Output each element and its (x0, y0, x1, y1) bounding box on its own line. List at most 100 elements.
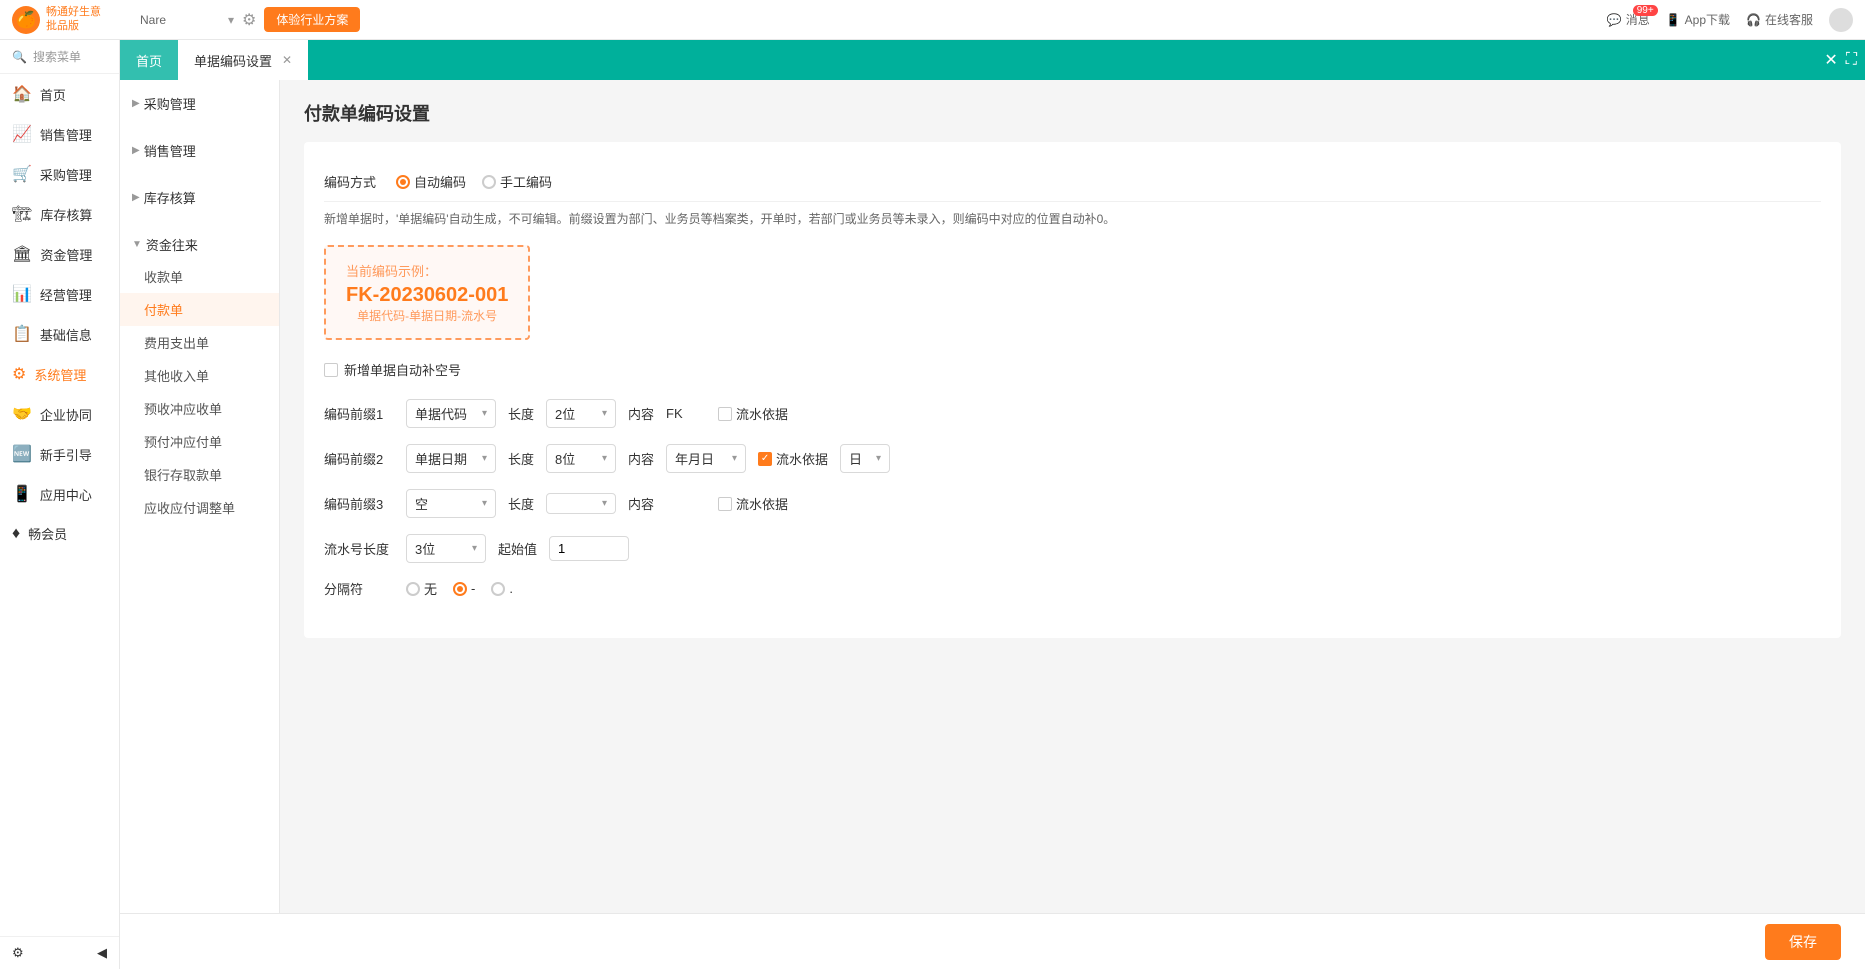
sub-group-purchase-title[interactable]: ▶ 采购管理 (120, 88, 279, 119)
prefix2-select[interactable]: 单据日期 ▾ (406, 444, 496, 473)
stream3-label: 流水依据 (736, 494, 788, 513)
sidebar-collapse-icon[interactable]: ◀ (97, 945, 107, 961)
content2-value: 年月日 (675, 449, 714, 468)
stream2-unit-select[interactable]: 日 ▾ (840, 444, 890, 473)
tab-home[interactable]: 首页 (120, 40, 178, 80)
start-value-label: 起始值 (498, 539, 537, 558)
sub-item-receipt[interactable]: 收款单 (120, 260, 279, 293)
sub-item-payment[interactable]: 付款单 (120, 293, 279, 326)
content2-arrow: ▾ (732, 453, 737, 464)
stream3-checkbox-row: 流水依据 (718, 494, 788, 513)
sidebar-item-inventory-calc[interactable]: 🏗 库存核算 (0, 194, 119, 234)
length2-arrow: ▾ (602, 453, 607, 464)
sidebar-item-sales[interactable]: 📈 销售管理 (0, 114, 119, 154)
membership-icon: ♦ (12, 525, 20, 543)
top-header: 🍊 畅通好生意 批品版 Nare ▾ ⚙ 体验行业方案 💬 消息 99+ 📱 A… (0, 0, 1865, 40)
length3-select[interactable]: ▾ (546, 493, 616, 514)
page-title: 付款单编码设置 (304, 100, 1841, 126)
sidebar-item-finance[interactable]: 🏛 资金管理 (0, 234, 119, 274)
chevron-icon[interactable]: ▾ (228, 13, 234, 27)
sidebar-item-basic-info[interactable]: 📋 基础信息 (0, 314, 119, 354)
sub-item-advance-payment[interactable]: 预付冲应付单 (120, 425, 279, 458)
length2-select[interactable]: 8位 ▾ (546, 444, 616, 473)
user-avatar[interactable] (1829, 8, 1853, 32)
length2-value: 8位 (555, 449, 575, 468)
stream1-label: 流水依据 (736, 404, 788, 423)
experience-button[interactable]: 体验行业方案 (264, 7, 360, 32)
tab-bar: 首页 单据编码设置 ✕ ✕ ⛶ (120, 40, 1865, 80)
sidebar-item-enterprise[interactable]: 🤝 企业协同 (0, 394, 119, 434)
tab-close-icon[interactable]: ✕ (282, 53, 292, 67)
sub-item-expense[interactable]: 费用支出单 (120, 326, 279, 359)
sep-dash-radio[interactable] (453, 582, 467, 596)
manual-encode-radio[interactable] (482, 175, 496, 189)
tab-home-label: 首页 (136, 51, 162, 70)
sidebar-item-home[interactable]: 🏠 首页 (0, 74, 119, 114)
sidebar-item-label: 资金管理 (40, 245, 92, 264)
sidebar-item-operations[interactable]: 📊 经营管理 (0, 274, 119, 314)
sidebar-item-label: 新手引导 (40, 445, 92, 464)
stream1-checkbox[interactable] (718, 407, 732, 421)
sidebar-search[interactable]: 🔍 搜索菜单 (0, 40, 119, 74)
content1-label: 内容 (628, 404, 654, 423)
save-button[interactable]: 保存 (1765, 924, 1841, 960)
sidebar-item-app-center[interactable]: 📱 应用中心 (0, 474, 119, 514)
preview-box: 当前编码示例： FK-20230602-001 单据代码-单据日期-流水号 (324, 245, 530, 340)
auto-encode-option[interactable]: 自动编码 (396, 172, 466, 191)
tab-close-all-icon[interactable]: ✕ (1824, 50, 1837, 70)
online-service-button[interactable]: 🎧 在线客服 (1746, 11, 1813, 28)
tab-maximize-icon[interactable]: ⛶ (1846, 51, 1857, 69)
prefix1-select[interactable]: 单据代码 ▾ (406, 399, 496, 428)
sub-group-capital-title[interactable]: ▼ 资金往来 (120, 229, 279, 260)
auto-fill-row: 新增单据自动补空号 (324, 360, 1821, 379)
app-download-button[interactable]: 📱 App下载 (1666, 11, 1730, 28)
stream2-checkbox[interactable]: ✓ (758, 452, 772, 466)
sidebar-item-membership[interactable]: ♦ 畅会员 (0, 514, 119, 553)
sep-none-label: 无 (424, 579, 437, 598)
sep-none-radio[interactable] (406, 582, 420, 596)
separator-none[interactable]: 无 (406, 579, 437, 598)
length1-select[interactable]: 2位 ▾ (546, 399, 616, 428)
sub-item-other-income[interactable]: 其他收入单 (120, 359, 279, 392)
content2-select[interactable]: 年月日 ▾ (666, 444, 746, 473)
separator-dot[interactable]: . (491, 581, 513, 596)
auto-encode-label: 自动编码 (414, 172, 466, 191)
sub-group-sales: ▶ 销售管理 (120, 127, 279, 174)
sub-item-receivable-adjust[interactable]: 应收应付调整单 (120, 491, 279, 524)
separator-label: 分隔符 (324, 579, 394, 598)
sidebar-item-guide[interactable]: 🆕 新手引导 (0, 434, 119, 474)
auto-encode-radio[interactable] (396, 175, 410, 189)
sep-dot-radio[interactable] (491, 582, 505, 596)
sub-item-advance-receipt[interactable]: 预收冲应收单 (120, 392, 279, 425)
settings-icon[interactable]: ⚙ (242, 10, 256, 30)
separator-dash[interactable]: - (453, 581, 475, 596)
sidebar-item-system[interactable]: ⚙ 系统管理 (0, 354, 119, 394)
collapse-icon: ▶ (132, 192, 140, 203)
sub-group-inventory-title[interactable]: ▶ 库存核算 (120, 182, 279, 213)
serial-select[interactable]: 3位 ▾ (406, 534, 486, 563)
sidebar-settings-icon[interactable]: ⚙ (12, 945, 24, 961)
stream2-unit-arrow: ▾ (876, 453, 881, 464)
prefix3-select[interactable]: 空 ▾ (406, 489, 496, 518)
manual-encode-option[interactable]: 手工编码 (482, 172, 552, 191)
sidebar-item-label: 系统管理 (34, 365, 86, 384)
tab-encoding-settings[interactable]: 单据编码设置 ✕ (178, 40, 308, 80)
prefix1-label: 编码前缀1 (324, 404, 394, 423)
guide-icon: 🆕 (12, 444, 32, 464)
enterprise-icon: 🤝 (12, 404, 32, 424)
prefix3-label: 编码前缀3 (324, 494, 394, 513)
sub-group-sales-title[interactable]: ▶ 销售管理 (120, 135, 279, 166)
sub-item-bank-deposit[interactable]: 银行存取款单 (120, 458, 279, 491)
auto-fill-checkbox[interactable] (324, 363, 338, 377)
sub-group-label: 库存核算 (144, 188, 196, 207)
sidebar-item-purchase[interactable]: 🛒 采购管理 (0, 154, 119, 194)
start-value-input[interactable] (549, 536, 629, 561)
logo-area: 🍊 畅通好生意 批品版 (12, 6, 132, 34)
search-icon: 🔍 (12, 50, 27, 64)
stream3-checkbox[interactable] (718, 497, 732, 511)
message-button[interactable]: 💬 消息 99+ (1607, 11, 1650, 28)
serial-value: 3位 (415, 539, 435, 558)
sidebar-search-label: 搜索菜单 (33, 48, 81, 65)
auto-fill-label: 新增单据自动补空号 (344, 360, 461, 379)
home-icon: 🏠 (12, 84, 32, 104)
